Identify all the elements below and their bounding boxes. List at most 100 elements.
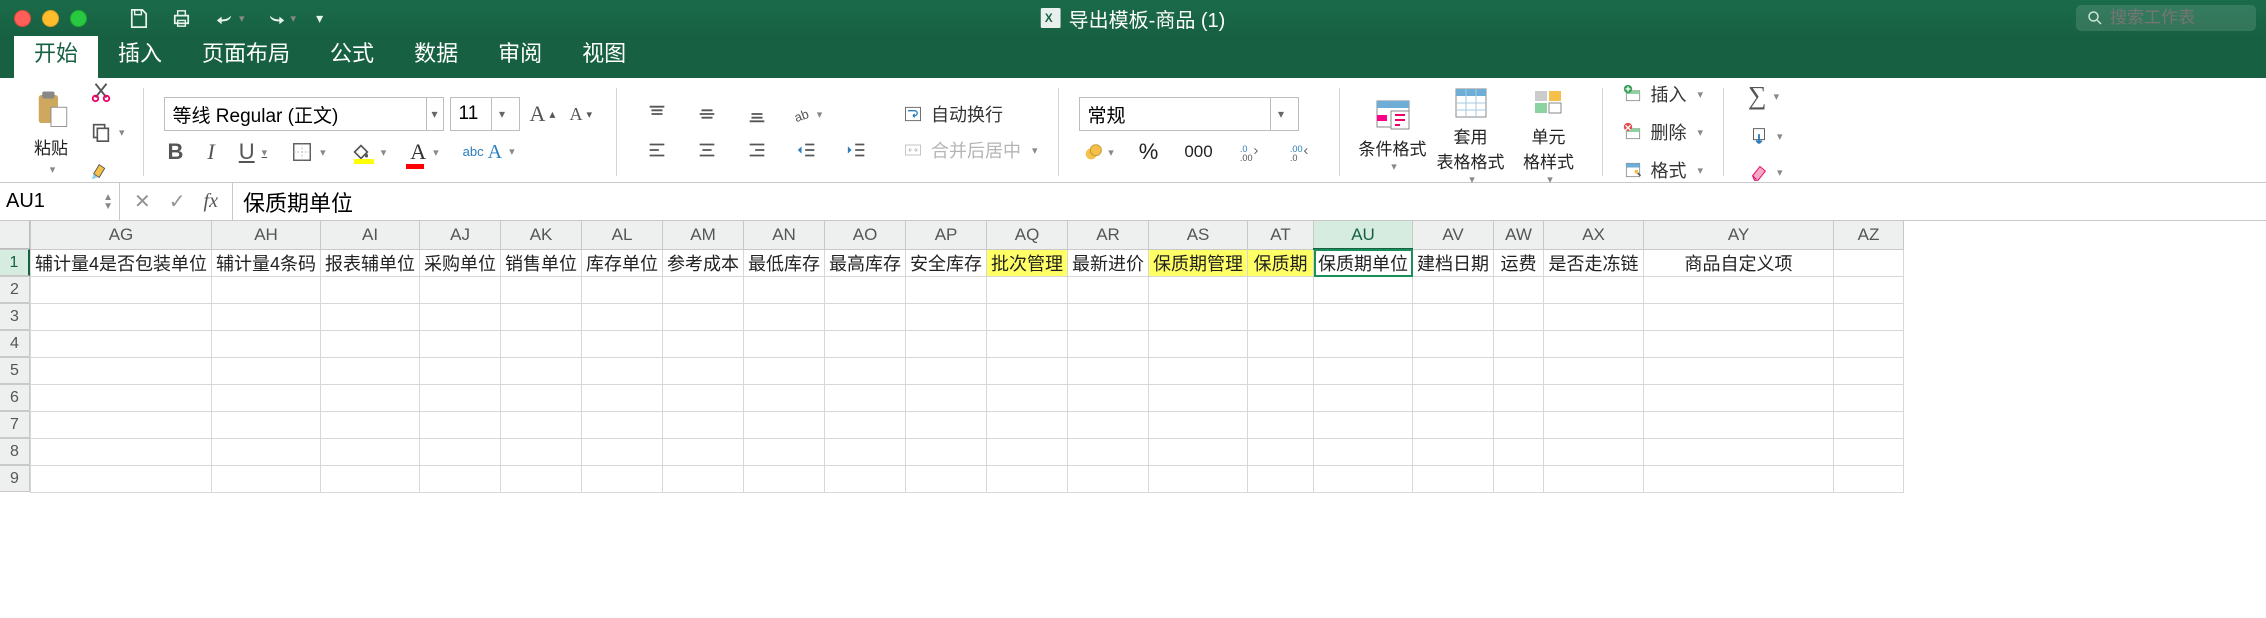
column-header-AV[interactable]: AV bbox=[1413, 221, 1494, 249]
delete-cells-button[interactable]: 删除 bbox=[1623, 117, 1704, 147]
cell-AK6[interactable] bbox=[501, 385, 582, 412]
cell-AW6[interactable] bbox=[1494, 385, 1544, 412]
cell-AP2[interactable] bbox=[906, 277, 987, 304]
format-as-table-button[interactable]: 套用 表格格式 bbox=[1432, 79, 1510, 186]
cell-AO5[interactable] bbox=[825, 358, 906, 385]
column-header-AN[interactable]: AN bbox=[744, 221, 825, 249]
cell-AW2[interactable] bbox=[1494, 277, 1544, 304]
cell-AY8[interactable] bbox=[1644, 439, 1834, 466]
increase-decimal-button[interactable]: .0.00 bbox=[1229, 137, 1269, 167]
spreadsheet-grid[interactable]: AGAHAIAJAKALAMANAOAPAQARASATAUAVAWAXAYAZ… bbox=[0, 221, 2266, 493]
cell-AT4[interactable] bbox=[1248, 331, 1314, 358]
cell-AT6[interactable] bbox=[1248, 385, 1314, 412]
cell-AO3[interactable] bbox=[825, 304, 906, 331]
cell-AJ3[interactable] bbox=[420, 304, 501, 331]
cell-AV1[interactable]: 建档日期 bbox=[1413, 249, 1494, 277]
cell-AM9[interactable] bbox=[663, 466, 744, 493]
cell-AR7[interactable] bbox=[1068, 412, 1149, 439]
cell-AS4[interactable] bbox=[1149, 331, 1248, 358]
fill-button[interactable] bbox=[1744, 123, 1787, 149]
cell-AW9[interactable] bbox=[1494, 466, 1544, 493]
cell-AT3[interactable] bbox=[1248, 304, 1314, 331]
cell-AS6[interactable] bbox=[1149, 385, 1248, 412]
column-header-AS[interactable]: AS bbox=[1149, 221, 1248, 249]
cell-AJ2[interactable] bbox=[420, 277, 501, 304]
column-header-AZ[interactable]: AZ bbox=[1834, 221, 1904, 249]
accounting-format-button[interactable] bbox=[1079, 137, 1119, 167]
column-header-AQ[interactable]: AQ bbox=[987, 221, 1068, 249]
cell-AX2[interactable] bbox=[1544, 277, 1644, 304]
row-header-4[interactable]: 4 bbox=[0, 330, 30, 357]
column-header-AJ[interactable]: AJ bbox=[420, 221, 501, 249]
phonetic-button[interactable]: abcA bbox=[459, 144, 519, 160]
cell-AS7[interactable] bbox=[1149, 412, 1248, 439]
cell-AN2[interactable] bbox=[744, 277, 825, 304]
fx-icon[interactable]: fx bbox=[204, 190, 218, 213]
cell-AR6[interactable] bbox=[1068, 385, 1149, 412]
cell-AK1[interactable]: 销售单位 bbox=[501, 249, 582, 277]
row-header-3[interactable]: 3 bbox=[0, 303, 30, 330]
cell-AR8[interactable] bbox=[1068, 439, 1149, 466]
cell-AH4[interactable] bbox=[212, 331, 321, 358]
cell-AS2[interactable] bbox=[1149, 277, 1248, 304]
name-box[interactable]: ▲▼ bbox=[0, 183, 120, 220]
cell-AI9[interactable] bbox=[321, 466, 420, 493]
column-header-AP[interactable]: AP bbox=[906, 221, 987, 249]
undo-button[interactable] bbox=[213, 7, 245, 30]
cell-AY7[interactable] bbox=[1644, 412, 1834, 439]
align-middle-button[interactable] bbox=[687, 99, 727, 129]
cell-AI6[interactable] bbox=[321, 385, 420, 412]
cell-AO2[interactable] bbox=[825, 277, 906, 304]
cell-AV5[interactable] bbox=[1413, 358, 1494, 385]
bold-button[interactable]: B bbox=[164, 137, 188, 167]
cell-AN3[interactable] bbox=[744, 304, 825, 331]
cell-styles-button[interactable]: 单元 格样式 bbox=[1510, 79, 1588, 186]
cell-AV6[interactable] bbox=[1413, 385, 1494, 412]
font-name-combo[interactable]: ▾ bbox=[164, 97, 444, 131]
cell-AN7[interactable] bbox=[744, 412, 825, 439]
cell-AU8[interactable] bbox=[1314, 439, 1413, 466]
column-header-AR[interactable]: AR bbox=[1068, 221, 1149, 249]
row-header-9[interactable]: 9 bbox=[0, 465, 30, 492]
cell-AZ9[interactable] bbox=[1834, 466, 1904, 493]
cut-button[interactable] bbox=[86, 79, 129, 105]
cell-AK5[interactable] bbox=[501, 358, 582, 385]
cell-AJ8[interactable] bbox=[420, 439, 501, 466]
cancel-formula-button[interactable]: ✕ bbox=[134, 189, 151, 214]
cell-AL1[interactable]: 库存单位 bbox=[582, 249, 663, 277]
font-name-input[interactable] bbox=[165, 98, 426, 130]
cell-AJ7[interactable] bbox=[420, 412, 501, 439]
cell-AV2[interactable] bbox=[1413, 277, 1494, 304]
cell-AH5[interactable] bbox=[212, 358, 321, 385]
cell-AK4[interactable] bbox=[501, 331, 582, 358]
accept-formula-button[interactable]: ✓ bbox=[169, 189, 186, 214]
cell-AP7[interactable] bbox=[906, 412, 987, 439]
conditional-format-button[interactable]: 条件格式 bbox=[1354, 91, 1432, 173]
cell-AH3[interactable] bbox=[212, 304, 321, 331]
cell-AW1[interactable]: 运费 bbox=[1494, 249, 1544, 277]
cell-AY3[interactable] bbox=[1644, 304, 1834, 331]
cell-AP4[interactable] bbox=[906, 331, 987, 358]
cell-AP3[interactable] bbox=[906, 304, 987, 331]
cell-AY1[interactable]: 商品自定义项 bbox=[1644, 249, 1834, 277]
column-header-AL[interactable]: AL bbox=[582, 221, 663, 249]
cell-AW8[interactable] bbox=[1494, 439, 1544, 466]
percent-format-button[interactable]: % bbox=[1129, 137, 1169, 167]
cell-AN6[interactable] bbox=[744, 385, 825, 412]
search-input[interactable] bbox=[2110, 8, 2240, 28]
cell-AT1[interactable]: 保质期 bbox=[1248, 249, 1314, 277]
cell-AM8[interactable] bbox=[663, 439, 744, 466]
cell-AV8[interactable] bbox=[1413, 439, 1494, 466]
cell-AL3[interactable] bbox=[582, 304, 663, 331]
underline-button[interactable]: U bbox=[235, 137, 271, 167]
close-window-button[interactable] bbox=[14, 10, 31, 27]
cell-AG5[interactable] bbox=[31, 358, 212, 385]
cell-AU7[interactable] bbox=[1314, 412, 1413, 439]
cell-AS8[interactable] bbox=[1149, 439, 1248, 466]
cell-AX8[interactable] bbox=[1544, 439, 1644, 466]
cell-AM7[interactable] bbox=[663, 412, 744, 439]
column-header-AH[interactable]: AH bbox=[212, 221, 321, 249]
cell-AT8[interactable] bbox=[1248, 439, 1314, 466]
cell-AU4[interactable] bbox=[1314, 331, 1413, 358]
cell-AR5[interactable] bbox=[1068, 358, 1149, 385]
